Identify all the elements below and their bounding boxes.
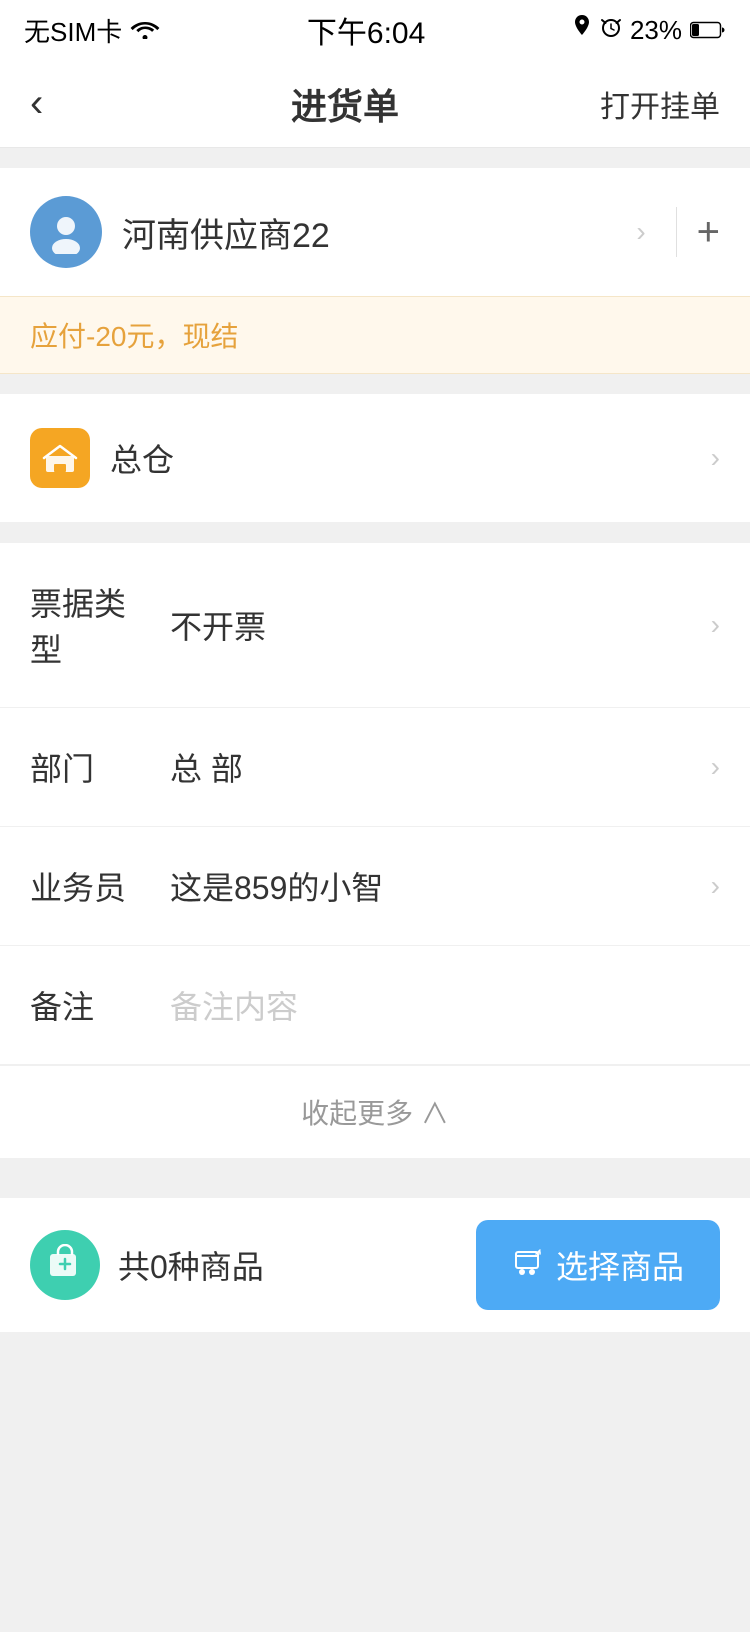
nav-title: 进货单 xyxy=(291,78,399,130)
supplier-chevron-icon: › xyxy=(636,216,645,248)
carrier-label: 无SIM卡 xyxy=(24,12,122,49)
supplier-row[interactable]: 河南供应商22 › + xyxy=(0,168,750,296)
remark-input[interactable]: 备注内容 xyxy=(150,982,720,1028)
page-background xyxy=(0,1332,750,1632)
section-divider-3 xyxy=(0,523,750,543)
section-divider-2 xyxy=(0,374,750,394)
status-time: 下午6:04 xyxy=(307,8,425,52)
location-icon xyxy=(572,15,592,46)
battery-label: 23% xyxy=(630,15,682,46)
back-button[interactable]: ‹ xyxy=(30,81,90,126)
invoice-label: 票据类型 xyxy=(30,579,150,671)
select-btn-label: 选择商品 xyxy=(556,1242,684,1288)
nav-bar: ‹ 进货单 打开挂单 xyxy=(0,60,750,148)
status-left: 无SIM卡 xyxy=(24,12,160,49)
dept-row[interactable]: 部门 总 部 › xyxy=(0,708,750,827)
dept-label: 部门 xyxy=(30,744,150,790)
invoice-row[interactable]: 票据类型 不开票 › xyxy=(0,543,750,708)
alarm-icon xyxy=(600,15,622,46)
cart-icon xyxy=(512,1244,546,1286)
collapse-button[interactable]: 收起更多 ∧ xyxy=(0,1065,750,1158)
remark-row[interactable]: 备注 备注内容 xyxy=(0,946,750,1065)
warehouse-icon-wrap xyxy=(30,428,90,488)
form-section: 票据类型 不开票 › 部门 总 部 › 业务员 这是859的小智 › 备注 备注… xyxy=(0,543,750,1158)
sales-chevron-icon: › xyxy=(711,870,720,902)
vertical-divider xyxy=(676,207,677,257)
notice-banner: 应付-20元，现结 xyxy=(0,296,750,374)
notice-text: 应付-20元，现结 xyxy=(30,321,238,352)
section-divider-1 xyxy=(0,148,750,168)
sales-label: 业务员 xyxy=(30,863,150,909)
battery-icon xyxy=(690,15,726,46)
sales-value: 这是859的小智 xyxy=(150,863,711,909)
sales-row[interactable]: 业务员 这是859的小智 › xyxy=(0,827,750,946)
supplier-name: 河南供应商22 xyxy=(122,208,636,257)
warehouse-label: 总仓 xyxy=(110,435,711,481)
status-bar: 无SIM卡 下午6:04 23% xyxy=(0,0,750,60)
supplier-avatar xyxy=(30,196,102,268)
section-divider-4 xyxy=(0,1158,750,1178)
select-product-button[interactable]: 选择商品 xyxy=(476,1220,720,1310)
open-pending-button[interactable]: 打开挂单 xyxy=(600,82,720,126)
warehouse-chevron-icon: › xyxy=(711,442,720,474)
invoice-chevron-icon: › xyxy=(711,609,720,641)
remark-label: 备注 xyxy=(30,982,150,1028)
warehouse-row[interactable]: 总仓 › xyxy=(0,394,750,523)
add-supplier-button[interactable]: + xyxy=(697,210,720,255)
wifi-icon xyxy=(130,15,160,46)
dept-value: 总 部 xyxy=(150,744,711,790)
dept-chevron-icon: › xyxy=(711,751,720,783)
product-icon-wrap xyxy=(30,1230,100,1300)
invoice-value: 不开票 xyxy=(150,602,711,648)
bottom-bar: 共0种商品 选择商品 xyxy=(0,1198,750,1332)
product-count: 共0种商品 xyxy=(118,1242,476,1288)
status-right: 23% xyxy=(572,15,726,46)
collapse-label: 收起更多 ∧ xyxy=(301,1098,449,1129)
